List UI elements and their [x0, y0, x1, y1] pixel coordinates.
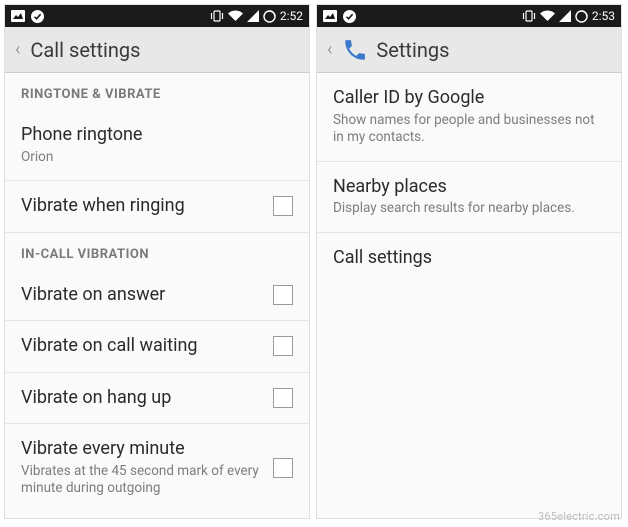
- app-bar: ‹ Settings: [317, 27, 621, 73]
- back-icon[interactable]: ‹: [325, 39, 334, 60]
- gallery-icon: [11, 10, 25, 22]
- phone-icon: [342, 37, 368, 63]
- row-call-settings[interactable]: Call settings: [317, 233, 621, 284]
- status-time: 2:53: [592, 9, 615, 23]
- page-title: Settings: [376, 38, 449, 62]
- screen-phone-settings: 2:53 ‹ Settings Caller ID by Google Show…: [316, 4, 622, 519]
- row-sub: Show names for people and businesses not…: [333, 112, 605, 147]
- status-bar: 2:52: [5, 5, 309, 27]
- signal-icon: [247, 10, 259, 22]
- vibrate-icon: [210, 10, 224, 22]
- checkbox[interactable]: [273, 285, 293, 305]
- checkbox[interactable]: [273, 196, 293, 216]
- row-label: Nearby places: [333, 176, 605, 199]
- row-vibrate-when-ringing[interactable]: Vibrate when ringing: [5, 181, 309, 233]
- back-icon[interactable]: ‹: [13, 39, 22, 60]
- settings-list: Caller ID by Google Show names for peopl…: [317, 73, 621, 518]
- vibrate-icon: [522, 10, 536, 22]
- screen-call-settings: 2:52 ‹ Call settings RINGTONE & VIBRATE …: [4, 4, 310, 519]
- wifi-icon: [540, 10, 555, 22]
- row-label: Phone ringtone: [21, 124, 293, 147]
- row-sub: Orion: [21, 149, 293, 167]
- status-time: 2:52: [280, 9, 303, 23]
- row-vibrate-on-hang-up[interactable]: Vibrate on hang up: [5, 373, 309, 425]
- battery-circle-icon: [263, 10, 276, 23]
- section-header-ringtone: RINGTONE & VIBRATE: [5, 73, 309, 110]
- signal-icon: [559, 10, 571, 22]
- checkbox[interactable]: [273, 458, 293, 478]
- checkbox[interactable]: [273, 336, 293, 356]
- row-label: Vibrate on hang up: [21, 387, 261, 410]
- row-label: Vibrate when ringing: [21, 195, 261, 218]
- app-bar: ‹ Call settings: [5, 27, 309, 73]
- checkbox[interactable]: [273, 388, 293, 408]
- battery-circle-icon: [575, 10, 588, 23]
- row-sub: Vibrates at the 45 second mark of every …: [21, 463, 261, 498]
- row-phone-ringtone[interactable]: Phone ringtone Orion: [5, 110, 309, 181]
- row-vibrate-on-answer[interactable]: Vibrate on answer: [5, 270, 309, 322]
- wifi-icon: [228, 10, 243, 22]
- row-label: Call settings: [333, 247, 605, 270]
- row-vibrate-on-call-waiting[interactable]: Vibrate on call waiting: [5, 321, 309, 373]
- row-label: Vibrate every minute: [21, 438, 261, 461]
- page-title: Call settings: [30, 38, 140, 62]
- gallery-icon: [323, 10, 337, 22]
- row-label: Vibrate on call waiting: [21, 335, 261, 358]
- row-nearby-places[interactable]: Nearby places Display search results for…: [317, 162, 621, 233]
- settings-list: RINGTONE & VIBRATE Phone ringtone Orion …: [5, 73, 309, 518]
- row-sub: Display search results for nearby places…: [333, 200, 605, 218]
- row-caller-id[interactable]: Caller ID by Google Show names for peopl…: [317, 73, 621, 162]
- status-bar: 2:53: [317, 5, 621, 27]
- check-badge-icon: [343, 10, 356, 23]
- row-label: Caller ID by Google: [333, 87, 605, 110]
- section-header-incall: IN-CALL VIBRATION: [5, 233, 309, 270]
- row-vibrate-every-minute[interactable]: Vibrate every minute Vibrates at the 45 …: [5, 424, 309, 512]
- watermark: 365electric.com: [538, 510, 620, 523]
- row-label: Vibrate on answer: [21, 284, 261, 307]
- check-badge-icon: [31, 10, 44, 23]
